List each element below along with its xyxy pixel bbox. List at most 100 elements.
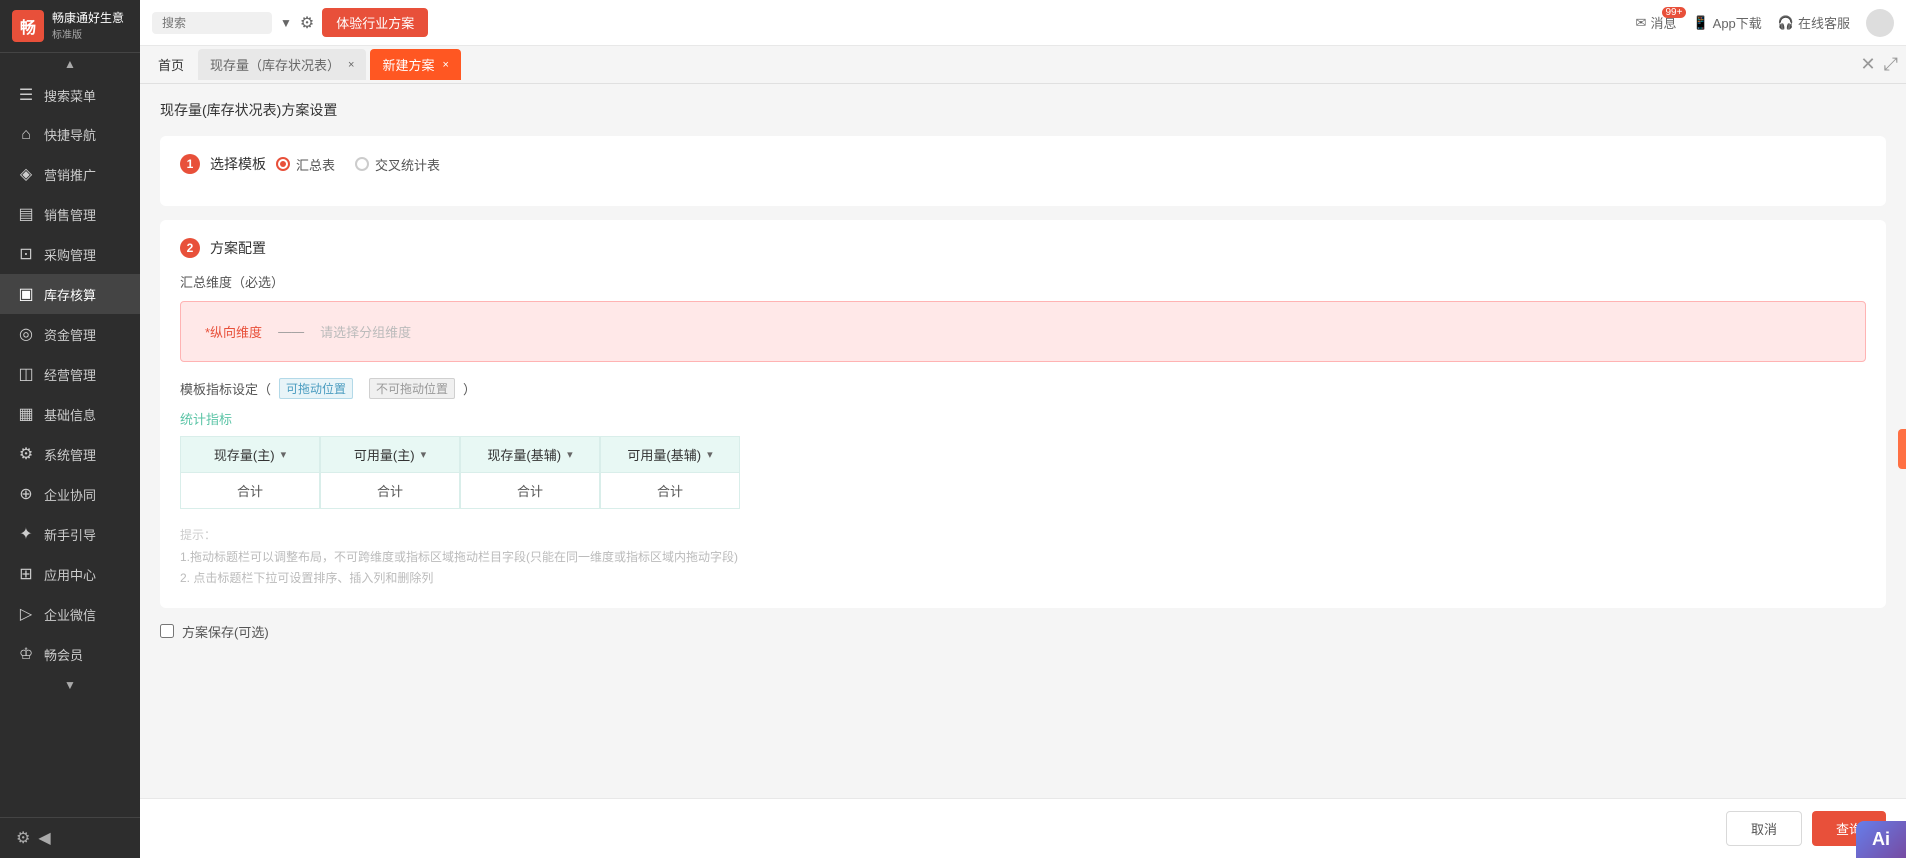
- section2-label: 方案配置: [210, 238, 266, 258]
- sidebar-item-newbie-label: 新手引导: [44, 525, 96, 544]
- sidebar-item-membership[interactable]: ♔ 畅会员: [0, 634, 140, 674]
- tab-inventory-status[interactable]: 现存量（库存状况表） ×: [198, 49, 366, 80]
- sidebar-scroll-down[interactable]: ▼: [0, 674, 140, 696]
- th-usable-main-chevron[interactable]: ▾: [421, 448, 427, 461]
- sidebar-item-finance-label: 资金管理: [44, 325, 96, 344]
- tips-item-1: 1.拖动标题栏可以调整布局，不可跨维度或指标区域拖动栏目字段(只能在同一维度或指…: [180, 547, 1866, 569]
- brand-version: 标准版: [52, 26, 124, 41]
- indicator-settings: 模板指标设定（ 可拖动位置 不可拖动位置 ） 统计指标 现存量(主) ▾: [180, 378, 1866, 509]
- td-usable-main-total: 合计: [320, 473, 460, 509]
- sidebar-item-enterprise-label: 企业协同: [44, 485, 96, 504]
- search-input[interactable]: [152, 12, 272, 34]
- sidebar-item-enterprise[interactable]: ⊕ 企业协同: [0, 474, 140, 514]
- tab-inventory-status-label: 现存量（库存状况表）: [210, 55, 340, 74]
- sidebar-item-app-center[interactable]: ⊞ 应用中心: [0, 554, 140, 594]
- th-stock-main-chevron[interactable]: ▾: [281, 448, 287, 461]
- settings-bottom-btn[interactable]: ⚙: [16, 828, 30, 848]
- dimension-area[interactable]: *纵向维度 —— 请选择分组维度: [180, 301, 1866, 362]
- th-stock-aux-chevron[interactable]: ▾: [567, 448, 573, 461]
- sidebar-item-sales-label: 销售管理: [44, 205, 96, 224]
- th-usable-main[interactable]: 可用量(主) ▾: [320, 436, 460, 473]
- brand-area: 畅 畅康通好生意 标准版: [0, 0, 140, 53]
- indicator-table-body: 合计 合计 合计 合计: [180, 473, 1866, 509]
- th-usable-aux[interactable]: 可用量(基辅) ▾: [600, 436, 740, 473]
- content-area: 现存量(库存状况表)方案设置 1 选择模板 汇总表 交叉统计表: [140, 84, 1906, 798]
- sidebar-bottom: ⚙ ◀: [0, 817, 140, 858]
- topbar-gear-btn[interactable]: ⚙: [300, 13, 314, 33]
- sidebar-item-search-menu[interactable]: ☰ 搜索菜单: [0, 75, 140, 115]
- sidebar-item-finance[interactable]: ◎ 资金管理: [0, 314, 140, 354]
- tab-new-scheme[interactable]: 新建方案 ×: [370, 49, 460, 80]
- sidebar-item-inventory-label: 库存核算: [44, 285, 96, 304]
- indicator-table-wrapper: 现存量(主) ▾ 可用量(主) ▾ 现存量(基辅) ▾ 可用量(基辅): [180, 436, 1866, 509]
- radio-summary-label: 汇总表: [296, 155, 335, 174]
- brand-name: 畅康通好生意: [52, 11, 124, 27]
- service-label: 在线客服: [1798, 13, 1850, 32]
- th-stock-main[interactable]: 现存量(主) ▾: [180, 436, 320, 473]
- section1-number: 1: [180, 154, 200, 174]
- tabbar: 首页 现存量（库存状况表） × 新建方案 × ✕ ⤢: [140, 46, 1906, 84]
- sidebar-item-purchase-label: 采购管理: [44, 245, 96, 264]
- gift-icon: ◈: [16, 164, 36, 184]
- msg-btn[interactable]: ✉ 消息 99+: [1636, 13, 1677, 32]
- sidebar-item-search-menu-label: 搜索菜单: [44, 86, 96, 105]
- sidebar-item-basic-info-label: 基础信息: [44, 405, 96, 424]
- search-menu-icon: ☰: [16, 85, 36, 105]
- ai-badge[interactable]: Ai: [1856, 821, 1906, 858]
- sidebar-item-app-center-label: 应用中心: [44, 565, 96, 584]
- service-btn[interactable]: 🎧 在线客服: [1778, 13, 1850, 32]
- radio-cross-label: 交叉统计表: [375, 155, 440, 174]
- td-usable-aux-total: 合计: [600, 473, 740, 509]
- sidebar: 畅 畅康通好生意 标准版 ▲ ☰ 搜索菜单 ⌂ 快捷导航 ◈ 营销推广 ▤ 销售…: [0, 0, 140, 858]
- user-avatar[interactable]: [1866, 9, 1894, 37]
- section1-label: 选择模板: [210, 154, 266, 174]
- save-checkbox[interactable]: [160, 624, 174, 638]
- th-usable-aux-chevron[interactable]: ▾: [707, 448, 713, 461]
- tabbar-window-close-icon[interactable]: ✕: [1861, 54, 1876, 75]
- money-icon: ◎: [16, 324, 36, 344]
- sidebar-item-newbie[interactable]: ✦ 新手引导: [0, 514, 140, 554]
- sidebar-item-system[interactable]: ⚙ 系统管理: [0, 434, 140, 474]
- right-scroll-indicator[interactable]: [1898, 429, 1906, 469]
- chart-icon: ▤: [16, 204, 36, 224]
- app-download-btn[interactable]: 📱 App下载: [1692, 13, 1761, 32]
- cancel-button[interactable]: 取消: [1726, 811, 1802, 846]
- sidebar-item-sales[interactable]: ▤ 销售管理: [0, 194, 140, 234]
- tab-new-scheme-close-icon[interactable]: ×: [442, 59, 448, 71]
- stats-indicator-label: 统计指标: [180, 409, 1866, 428]
- app-label: App下载: [1713, 13, 1762, 32]
- sidebar-item-purchase[interactable]: ⊡ 采购管理: [0, 234, 140, 274]
- th-stock-aux[interactable]: 现存量(基辅) ▾: [460, 436, 600, 473]
- sidebar-item-wechat[interactable]: ▷ 企业微信: [0, 594, 140, 634]
- indicator-table-head: 现存量(主) ▾ 可用量(主) ▾ 现存量(基辅) ▾ 可用量(基辅): [180, 436, 1866, 473]
- tab-home-label: 首页: [158, 55, 184, 74]
- tab-inventory-close-icon[interactable]: ×: [348, 59, 354, 71]
- sidebar-item-operations[interactable]: ◫ 经营管理: [0, 354, 140, 394]
- msg-badge: 99+: [1662, 7, 1687, 18]
- save-option-label: 方案保存(可选): [182, 622, 269, 641]
- info-icon: ▦: [16, 404, 36, 424]
- sidebar-item-basic-info[interactable]: ▦ 基础信息: [0, 394, 140, 434]
- sidebar-item-membership-label: 畅会员: [44, 645, 83, 664]
- gear-icon: ⚙: [16, 444, 36, 464]
- dimension-placeholder[interactable]: 请选择分组维度: [320, 322, 411, 341]
- wechat-icon: ▷: [16, 604, 36, 624]
- radio-cross[interactable]: 交叉统计表: [355, 155, 440, 174]
- radio-summary[interactable]: 汇总表: [276, 155, 335, 174]
- section2-header: 2 方案配置: [180, 238, 1866, 258]
- box-icon: ▣: [16, 284, 36, 304]
- dropdown-btn[interactable]: ▼: [280, 16, 292, 30]
- tab-home[interactable]: 首页: [148, 49, 194, 80]
- tips-title: 提示：: [180, 528, 216, 542]
- sidebar-item-marketing-label: 营销推广: [44, 165, 96, 184]
- experience-btn[interactable]: 体验行业方案: [322, 8, 428, 37]
- tips-section: 提示： 1.拖动标题栏可以调整布局，不可跨维度或指标区域拖动栏目字段(只能在同一…: [180, 525, 1866, 590]
- sidebar-scroll-up[interactable]: ▲: [0, 53, 140, 75]
- th-stock-main-label: 现存量(主): [214, 445, 275, 464]
- movable-badge: 可拖动位置: [279, 378, 353, 399]
- sidebar-item-inventory[interactable]: ▣ 库存核算: [0, 274, 140, 314]
- collapse-btn[interactable]: ◀: [38, 828, 50, 848]
- tabbar-expand-icon[interactable]: ⤢: [1884, 54, 1898, 75]
- sidebar-item-marketing[interactable]: ◈ 营销推广: [0, 154, 140, 194]
- sidebar-item-quick-nav[interactable]: ⌂ 快捷导航: [0, 115, 140, 154]
